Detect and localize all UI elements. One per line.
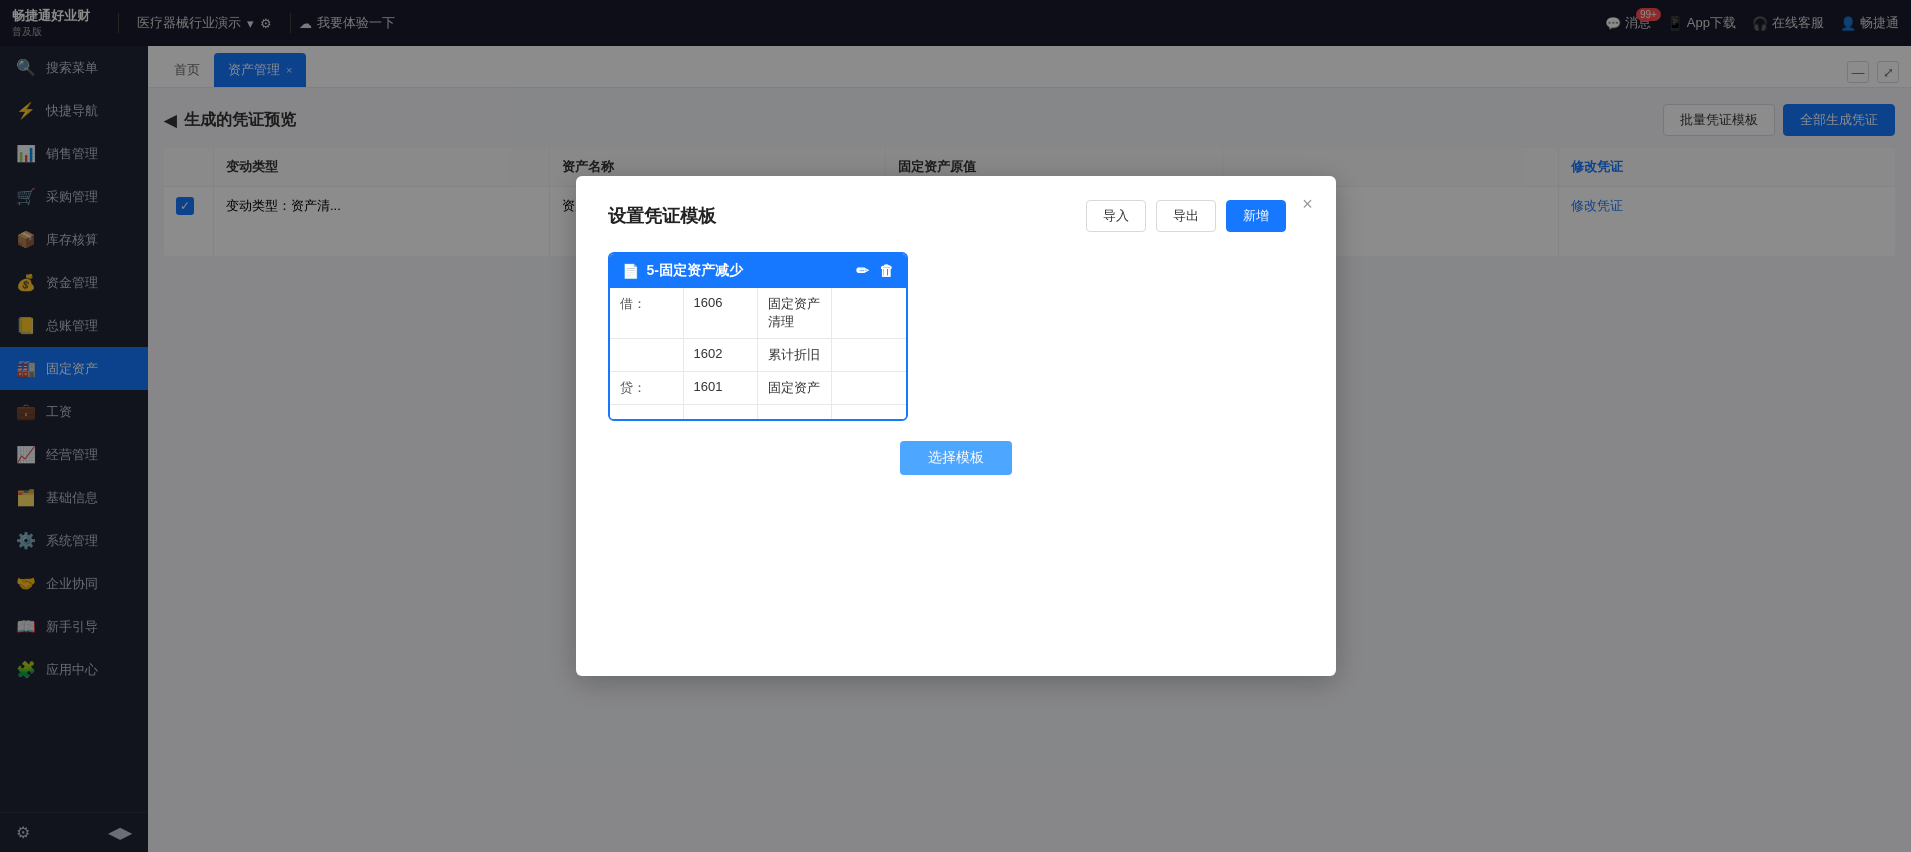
dialog-close-button[interactable]: × (1296, 192, 1320, 216)
template-cell-extra-1 (832, 288, 906, 338)
template-cell-name-2: 累计折旧 (758, 339, 832, 371)
dialog-body: 📄 5-固定资产减少 ✏ 🗑 借： 1606 固定资产清理 (608, 252, 1304, 644)
template-cell-empty-3 (758, 405, 832, 419)
template-doc-icon: 📄 (622, 263, 639, 279)
template-cell-empty-1 (610, 405, 684, 419)
template-row-1: 借： 1606 固定资产清理 (610, 288, 906, 339)
dialog-action-buttons: 导入 导出 新增 (1086, 200, 1286, 232)
template-card-body: 借： 1606 固定资产清理 1602 累计折旧 贷： (610, 288, 906, 419)
template-cell-name-3: 固定资产 (758, 372, 832, 404)
template-cell-empty-2 (684, 405, 758, 419)
template-card-header: 📄 5-固定资产减少 ✏ 🗑 (610, 254, 906, 288)
select-template-button[interactable]: 选择模板 (900, 441, 1012, 475)
template-cell-code-1: 1606 (684, 288, 758, 338)
template-row-3: 贷： 1601 固定资产 (610, 372, 906, 405)
dialog-set-template: 设置凭证模板 × 导入 导出 新增 📄 5-固定资产减少 ✏ 🗑 (576, 176, 1336, 676)
template-row-4 (610, 405, 906, 419)
new-button[interactable]: 新增 (1226, 200, 1286, 232)
template-cell-extra-2 (832, 339, 906, 371)
template-header-left: 📄 5-固定资产减少 (622, 262, 743, 280)
template-cell-name-1: 固定资产清理 (758, 288, 832, 338)
modal-overlay: 设置凭证模板 × 导入 导出 新增 📄 5-固定资产减少 ✏ 🗑 (0, 0, 1911, 852)
template-card: 📄 5-固定资产减少 ✏ 🗑 借： 1606 固定资产清理 (608, 252, 908, 421)
export-button[interactable]: 导出 (1156, 200, 1216, 232)
template-cell-direction-1: 借： (610, 288, 684, 338)
template-name: 5-固定资产减少 (647, 262, 743, 280)
template-header-actions: ✏ 🗑 (856, 262, 894, 280)
template-cell-code-2: 1602 (684, 339, 758, 371)
template-cell-code-3: 1601 (684, 372, 758, 404)
template-cell-direction-3: 贷： (610, 372, 684, 404)
template-cell-direction-2 (610, 339, 684, 371)
template-row-2: 1602 累计折旧 (610, 339, 906, 372)
template-delete-icon[interactable]: 🗑 (879, 262, 894, 280)
template-cell-extra-3 (832, 372, 906, 404)
template-cell-empty-4 (832, 405, 906, 419)
template-edit-icon[interactable]: ✏ (856, 262, 869, 280)
import-button[interactable]: 导入 (1086, 200, 1146, 232)
